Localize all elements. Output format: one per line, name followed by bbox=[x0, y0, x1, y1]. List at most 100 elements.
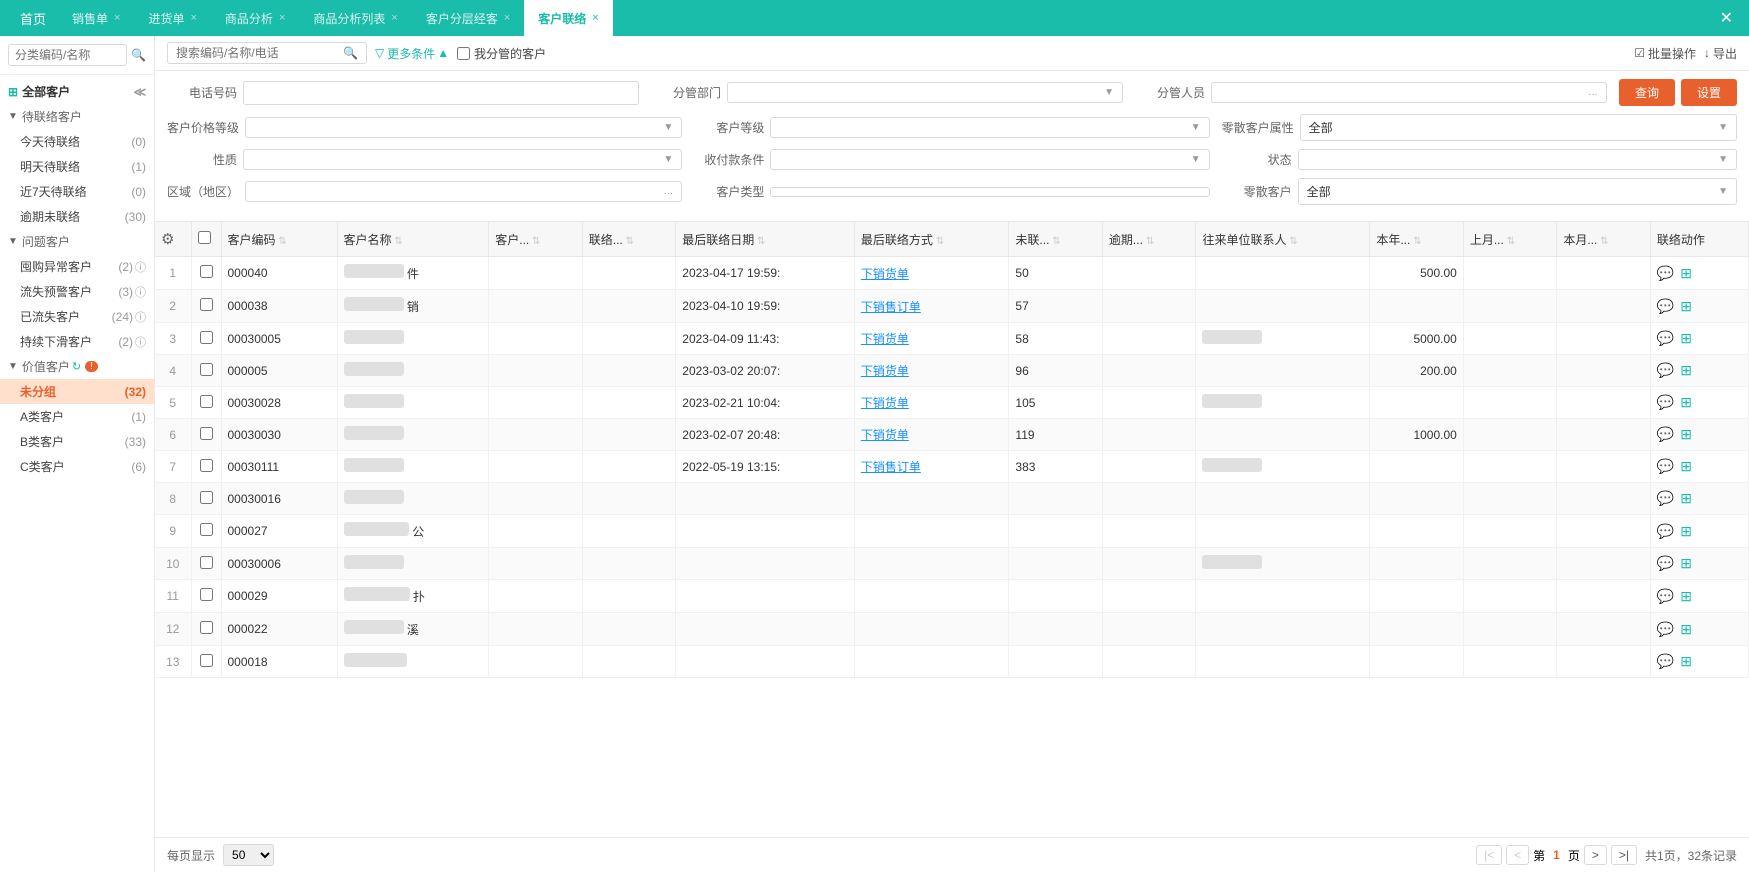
gear-icon[interactable]: ⚙ bbox=[161, 231, 174, 248]
retail-customer-select[interactable]: 全部 ▼ bbox=[1298, 178, 1737, 205]
price-level-select[interactable]: ▼ bbox=[245, 117, 682, 138]
select-all-header[interactable] bbox=[191, 222, 221, 257]
sidebar-group-b[interactable]: B类客户 (33) bbox=[0, 429, 154, 454]
search-input[interactable] bbox=[176, 46, 343, 60]
nav-tab-customer-contact[interactable]: 客户联络 × bbox=[524, 0, 612, 36]
more-action-icon[interactable]: ⊞ bbox=[1680, 490, 1692, 507]
more-action-icon[interactable]: ⊞ bbox=[1680, 265, 1692, 282]
more-action-icon[interactable]: ⊞ bbox=[1680, 621, 1692, 638]
col-last-date[interactable]: 最后联络日期 bbox=[676, 222, 855, 257]
nav-tab-product-analysis[interactable]: 商品分析 × bbox=[211, 0, 299, 36]
my-customers-check[interactable] bbox=[457, 47, 470, 60]
more-conditions-btn[interactable]: ▽ 更多条件 ▲ bbox=[375, 45, 449, 62]
col-last-month[interactable]: 上月... bbox=[1463, 222, 1557, 257]
search-icon[interactable]: 🔍 bbox=[343, 46, 358, 60]
sidebar-group-c[interactable]: C类客户 (6) bbox=[0, 454, 154, 479]
more-action-icon[interactable]: ⊞ bbox=[1680, 394, 1692, 411]
row-checkbox[interactable] bbox=[200, 331, 213, 344]
sidebar-declining-customers[interactable]: 持续下滑客户 (2) ⓘ bbox=[0, 329, 154, 354]
nav-tab-product-list[interactable]: 商品分析列表 × bbox=[299, 0, 411, 36]
payment-select[interactable]: ▼ bbox=[770, 149, 1209, 170]
nav-tab-sales[interactable]: 销售单 × bbox=[58, 0, 134, 36]
sidebar-overdue-pending[interactable]: 逾期未联络 (30) bbox=[0, 204, 154, 229]
row-checkbox[interactable] bbox=[200, 491, 213, 504]
col-name[interactable]: 客户名称 bbox=[337, 222, 489, 257]
sidebar-value-customers-section[interactable]: ▼ 价值客户 ↻ ! bbox=[0, 354, 154, 379]
row-checkbox[interactable] bbox=[200, 459, 213, 472]
last-method-link[interactable]: 下销售订单 bbox=[861, 460, 921, 474]
last-method-link[interactable]: 下销货单 bbox=[861, 267, 909, 281]
nature-select[interactable]: ▼ bbox=[243, 149, 682, 170]
col-overdue[interactable]: 逾期... bbox=[1102, 222, 1196, 257]
contact-action-icon[interactable]: 💬 bbox=[1657, 490, 1674, 507]
more-action-icon[interactable]: ⊞ bbox=[1680, 523, 1692, 540]
prev-page-btn[interactable]: < bbox=[1506, 845, 1529, 865]
sidebar-tomorrow-pending[interactable]: 明天待联络 (1) bbox=[0, 154, 154, 179]
more-action-icon[interactable]: ⊞ bbox=[1680, 298, 1692, 315]
page-size-select[interactable]: 50100200 bbox=[223, 844, 274, 866]
contact-action-icon[interactable]: 💬 bbox=[1657, 653, 1674, 670]
row-checkbox-cell[interactable] bbox=[191, 290, 221, 323]
more-action-icon[interactable]: ⊞ bbox=[1680, 588, 1692, 605]
nav-tab-purchase[interactable]: 进货单 × bbox=[134, 0, 210, 36]
row-checkbox-cell[interactable] bbox=[191, 451, 221, 483]
sidebar-7days-pending[interactable]: 近7天待联络 (0) bbox=[0, 179, 154, 204]
refresh-icon[interactable]: ↻ bbox=[72, 360, 81, 373]
contact-action-icon[interactable]: 💬 bbox=[1657, 298, 1674, 315]
more-action-icon[interactable]: ⊞ bbox=[1680, 426, 1692, 443]
sidebar-ungroup[interactable]: 未分组 (32) bbox=[0, 379, 154, 404]
row-checkbox-cell[interactable] bbox=[191, 646, 221, 678]
last-page-btn[interactable]: >| bbox=[1611, 845, 1637, 865]
col-assoc-contact[interactable]: 往来单位联系人 bbox=[1196, 222, 1370, 257]
sidebar-group-a[interactable]: A类客户 (1) bbox=[0, 404, 154, 429]
col-code[interactable]: 客户编码 bbox=[221, 222, 337, 257]
sidebar-search-icon[interactable]: 🔍 bbox=[131, 48, 146, 62]
sidebar-churn-warning-customers[interactable]: 流失预警客户 (3) ⓘ bbox=[0, 279, 154, 304]
contact-action-icon[interactable]: 💬 bbox=[1657, 588, 1674, 605]
contact-action-icon[interactable]: 💬 bbox=[1657, 265, 1674, 282]
row-checkbox-cell[interactable] bbox=[191, 323, 221, 355]
retail-attr-select[interactable]: 全部 ▼ bbox=[1300, 114, 1737, 141]
more-action-icon[interactable]: ⊞ bbox=[1680, 362, 1692, 379]
last-method-link[interactable]: 下销货单 bbox=[861, 396, 909, 410]
customer-type-select[interactable] bbox=[770, 187, 1209, 197]
contact-action-icon[interactable]: 💬 bbox=[1657, 362, 1674, 379]
row-checkbox[interactable] bbox=[200, 523, 213, 536]
region-select[interactable]: … bbox=[245, 181, 682, 202]
contact-action-icon[interactable]: 💬 bbox=[1657, 555, 1674, 572]
close-customer-segment-tab[interactable]: × bbox=[504, 12, 510, 24]
close-purchase-tab[interactable]: × bbox=[190, 12, 196, 24]
contact-action-icon[interactable]: 💬 bbox=[1657, 523, 1674, 540]
more-action-icon[interactable]: ⊞ bbox=[1680, 330, 1692, 347]
more-action-icon[interactable]: ⊞ bbox=[1680, 458, 1692, 475]
row-checkbox[interactable] bbox=[200, 363, 213, 376]
contact-action-icon[interactable]: 💬 bbox=[1657, 458, 1674, 475]
row-checkbox-cell[interactable] bbox=[191, 257, 221, 290]
row-checkbox-cell[interactable] bbox=[191, 613, 221, 646]
row-checkbox-cell[interactable] bbox=[191, 580, 221, 613]
status-select[interactable]: ▼ bbox=[1298, 149, 1737, 170]
row-checkbox[interactable] bbox=[200, 427, 213, 440]
last-method-link[interactable]: 下销货单 bbox=[861, 364, 909, 378]
contact-action-icon[interactable]: 💬 bbox=[1657, 621, 1674, 638]
row-checkbox[interactable] bbox=[200, 588, 213, 601]
row-checkbox-cell[interactable] bbox=[191, 548, 221, 580]
reset-btn[interactable]: 设置 bbox=[1681, 79, 1737, 106]
close-customer-contact-tab[interactable]: × bbox=[592, 12, 598, 24]
select-all-checkbox[interactable] bbox=[198, 231, 211, 244]
customer-level-select[interactable]: ▼ bbox=[770, 117, 1209, 138]
row-checkbox[interactable] bbox=[200, 298, 213, 311]
last-method-link[interactable]: 下销货单 bbox=[861, 332, 909, 346]
department-select[interactable]: ▼ bbox=[727, 82, 1123, 103]
next-page-btn[interactable]: > bbox=[1584, 845, 1607, 865]
my-customers-checkbox[interactable]: 我分管的客户 bbox=[457, 45, 546, 62]
sidebar-lost-customers[interactable]: 已流失客户 (24) ⓘ bbox=[0, 304, 154, 329]
sidebar-all-customers-header[interactable]: ⊞ 全部客户 ≪ bbox=[0, 75, 154, 104]
home-tab[interactable]: 首页 bbox=[8, 0, 58, 36]
export-btn[interactable]: ↓ 导出 bbox=[1704, 45, 1737, 62]
last-method-link[interactable]: 下销售订单 bbox=[861, 300, 921, 314]
contact-action-icon[interactable]: 💬 bbox=[1657, 394, 1674, 411]
close-product-analysis-tab[interactable]: × bbox=[279, 12, 285, 24]
sidebar-pending-contact-section[interactable]: ▼ 待联络客户 bbox=[0, 104, 154, 129]
gear-header[interactable]: ⚙ bbox=[155, 222, 191, 257]
